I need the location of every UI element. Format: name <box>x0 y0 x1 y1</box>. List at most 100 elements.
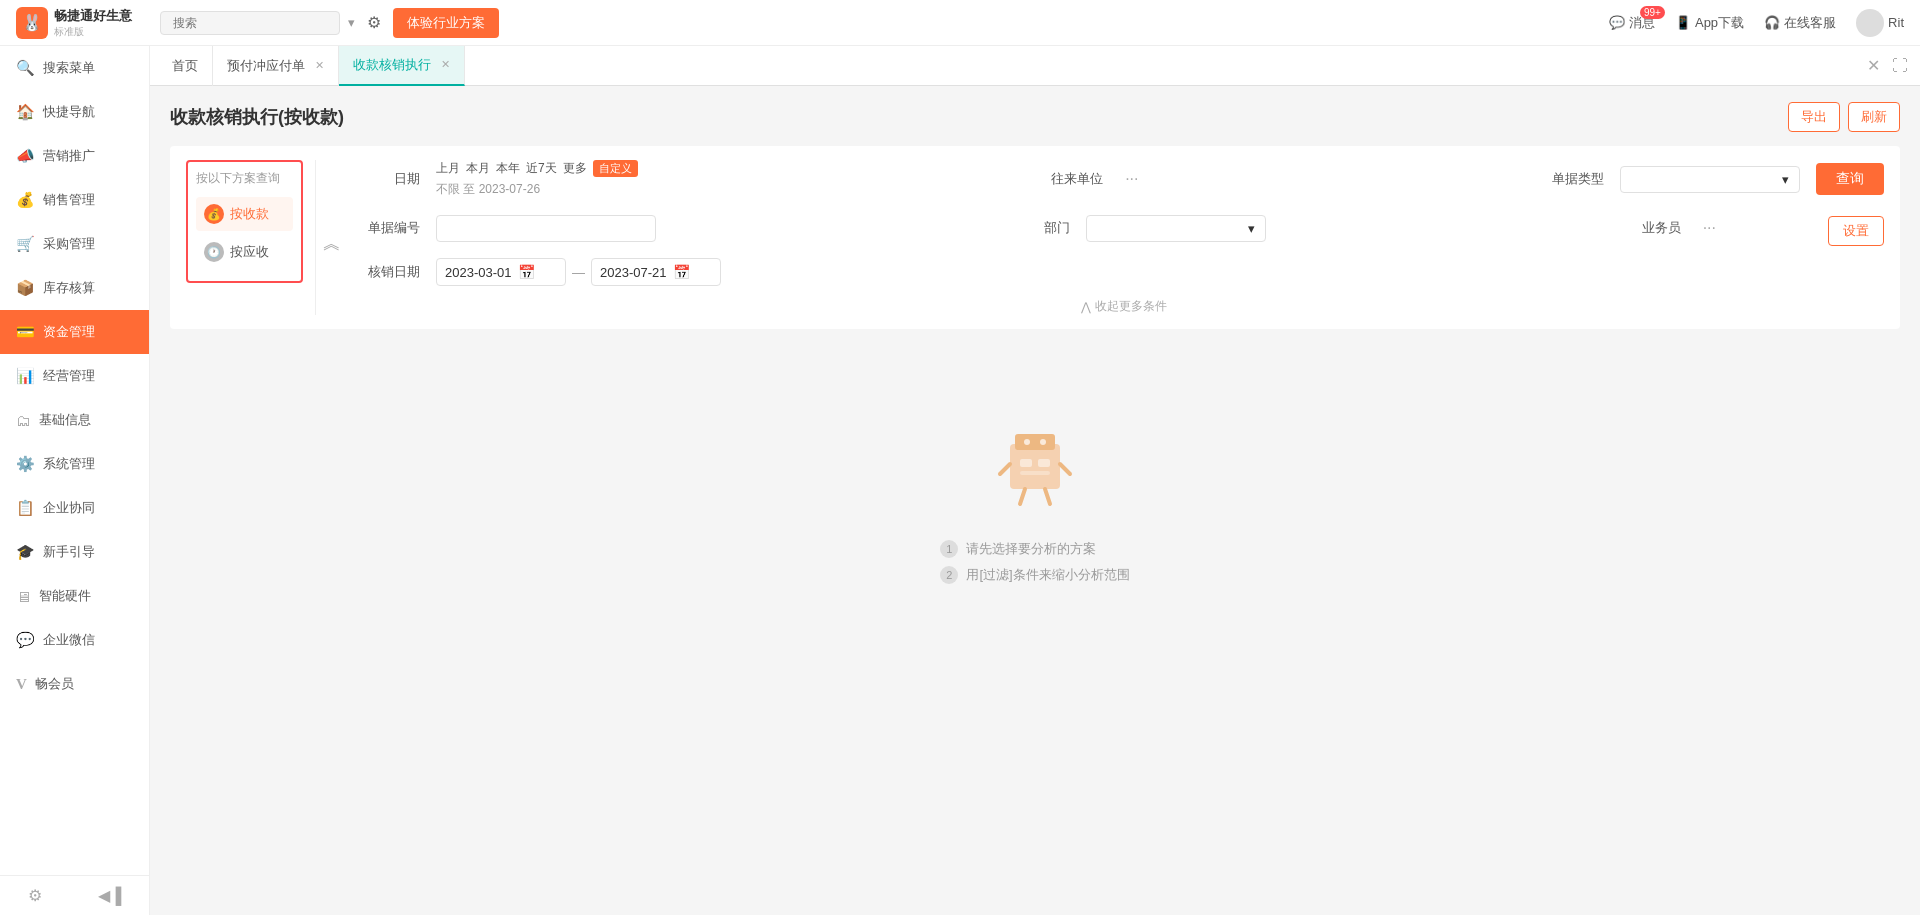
tab-home[interactable]: 首页 <box>158 46 213 86</box>
writeoff-end-date[interactable]: 2023-07-21 📅 <box>591 258 721 286</box>
collapse-more-button[interactable]: ⋀ 收起更多条件 <box>1081 298 1167 315</box>
message-button[interactable]: 💬 消息 99+ <box>1609 14 1655 32</box>
writeoff-start-date[interactable]: 2023-03-01 📅 <box>436 258 566 286</box>
page-title-bar: 收款核销执行(按收款) 导出 刷新 <box>170 102 1900 132</box>
user-avatar[interactable]: Rit <box>1856 9 1904 37</box>
empty-hint-2-text: 用[过滤]条件来缩小分析范围 <box>966 566 1129 584</box>
sidebar-item-hardware[interactable]: 🖥 智能硬件 <box>0 574 149 618</box>
query-button[interactable]: 查询 <box>1816 163 1884 195</box>
sidebar-item-finance[interactable]: 💳 资金管理 <box>0 310 149 354</box>
collapse-sidebar-icon[interactable]: ◀▐ <box>98 886 121 905</box>
sidebar-item-label: 新手引导 <box>43 543 95 561</box>
tab-home-label: 首页 <box>172 57 198 75</box>
sidebar-item-guide[interactable]: 🎓 新手引导 <box>0 530 149 574</box>
page-content: 收款核销执行(按收款) 导出 刷新 按以下方案查询 💰 按收款 <box>150 86 1920 915</box>
date-no-limit: 不限 至 2023-07-26 <box>436 181 638 198</box>
counterparty-selector[interactable]: ··· <box>1125 170 1138 188</box>
home-icon: 🏠 <box>16 103 35 121</box>
hint-number-1: 1 <box>940 540 958 558</box>
sidebar-item-basic-info[interactable]: 🗂 基础信息 <box>0 398 149 442</box>
message-icon: 💬 <box>1609 15 1625 30</box>
guide-icon: 🎓 <box>16 543 35 561</box>
svg-rect-1 <box>1015 434 1055 450</box>
tab-close-all-icon[interactable]: ✕ <box>1863 52 1884 79</box>
date-this-month[interactable]: 本月 <box>466 160 490 177</box>
app-download-icon: 📱 <box>1675 15 1691 30</box>
date-custom-badge[interactable]: 自定义 <box>593 160 638 177</box>
department-label: 部门 <box>1014 219 1070 237</box>
date-this-year[interactable]: 本年 <box>496 160 520 177</box>
sidebar-item-member[interactable]: V 畅会员 <box>0 662 149 706</box>
topbar-settings-icon[interactable]: ⚙ <box>367 13 381 32</box>
settings-bottom-icon[interactable]: ⚙ <box>28 886 42 905</box>
empty-hints: 1 请先选择要分析的方案 2 用[过滤]条件来缩小分析范围 <box>940 540 1129 584</box>
page-title: 收款核销执行(按收款) <box>170 105 344 129</box>
app-download-button[interactable]: 📱 App下载 <box>1675 14 1744 32</box>
sidebar-item-sales[interactable]: 💰 销售管理 <box>0 178 149 222</box>
topbar-search-input[interactable] <box>160 11 340 35</box>
filter-panel-collapse-button[interactable]: 《 <box>316 234 348 242</box>
export-button[interactable]: 导出 <box>1788 102 1840 132</box>
filter-options-box: 按以下方案查询 💰 按收款 🕐 按应收 <box>186 160 303 283</box>
svg-rect-4 <box>1020 459 1032 467</box>
empty-hint-1-text: 请先选择要分析的方案 <box>966 540 1096 558</box>
svg-point-3 <box>1040 439 1046 445</box>
sidebar-item-label: 库存核算 <box>43 279 95 297</box>
refresh-button[interactable]: 刷新 <box>1848 102 1900 132</box>
app-layout: 🔍 搜索菜单 🏠 快捷导航 📣 营销推广 💰 销售管理 🛒 采购管理 📦 库存核… <box>0 46 1920 915</box>
date-last-7days[interactable]: 近7天 <box>526 160 557 177</box>
calendar-start-icon: 📅 <box>518 264 535 280</box>
sidebar-item-system[interactable]: ⚙️ 系统管理 <box>0 442 149 486</box>
setting-button[interactable]: 设置 <box>1828 216 1884 246</box>
tab-receivable-label: 收款核销执行 <box>353 56 431 74</box>
sidebar-item-purchase[interactable]: 🛒 采购管理 <box>0 222 149 266</box>
sidebar-item-label: 搜索菜单 <box>43 59 95 77</box>
tab-prepay[interactable]: 预付冲应付单 ✕ <box>213 46 339 86</box>
svg-rect-0 <box>1010 444 1060 489</box>
filter-row-2: 单据编号 部门 ▾ 业务员 ··· 设置 <box>364 210 1884 246</box>
svg-rect-5 <box>1038 459 1050 467</box>
filter-by-receipt[interactable]: 💰 按收款 <box>196 197 293 231</box>
sidebar-item-label: 资金管理 <box>43 323 95 341</box>
sidebar-item-marketing[interactable]: 📣 营销推广 <box>0 134 149 178</box>
topbar-chevron-icon[interactable]: ▾ <box>348 15 355 30</box>
sidebar-item-label: 营销推广 <box>43 147 95 165</box>
filter-by-receivable[interactable]: 🕐 按应收 <box>196 235 293 269</box>
solution-button[interactable]: 体验行业方案 <box>393 8 499 38</box>
department-select[interactable]: ▾ <box>1086 215 1266 242</box>
document-type-label: 单据类型 <box>1548 170 1604 188</box>
enterprise-icon: 📋 <box>16 499 35 517</box>
document-type-chevron: ▾ <box>1782 172 1789 187</box>
document-no-input[interactable] <box>436 215 656 242</box>
tab-controls: ✕ ⛶ <box>1863 52 1912 79</box>
collapse-chevron-icon: ⋀ <box>1081 300 1091 314</box>
member-icon: V <box>16 676 27 693</box>
online-service-button[interactable]: 🎧 在线客服 <box>1764 14 1836 32</box>
headset-icon: 🎧 <box>1764 15 1780 30</box>
empty-hint-1: 1 请先选择要分析的方案 <box>940 540 1129 558</box>
empty-illustration <box>985 409 1085 528</box>
document-type-select[interactable]: ▾ <box>1620 166 1800 193</box>
sidebar-item-operations[interactable]: 📊 经营管理 <box>0 354 149 398</box>
sidebar-item-inventory[interactable]: 📦 库存核算 <box>0 266 149 310</box>
sidebar-item-search-menu[interactable]: 🔍 搜索菜单 <box>0 46 149 90</box>
sidebar-item-enterprise[interactable]: 📋 企业协同 <box>0 486 149 530</box>
date-shortcuts: 上月 本月 本年 近7天 更多 自定义 <box>436 160 638 177</box>
empty-hint-2: 2 用[过滤]条件来缩小分析范围 <box>940 566 1129 584</box>
hardware-icon: 🖥 <box>16 588 31 605</box>
tab-receivable[interactable]: 收款核销执行 ✕ <box>339 46 465 86</box>
tab-prepay-close[interactable]: ✕ <box>315 59 324 72</box>
filter-by-receivable-label: 按应收 <box>230 243 269 261</box>
date-more[interactable]: 更多 <box>563 160 587 177</box>
svg-line-7 <box>1000 464 1010 474</box>
svg-line-10 <box>1045 489 1050 504</box>
tab-receivable-close[interactable]: ✕ <box>441 58 450 71</box>
sidebar-item-wechat[interactable]: 💬 企业微信 <box>0 618 149 662</box>
sidebar-item-quick-nav[interactable]: 🏠 快捷导航 <box>0 90 149 134</box>
sidebar-item-label: 畅会员 <box>35 675 74 693</box>
date-last-month[interactable]: 上月 <box>436 160 460 177</box>
topbar: 🐰 畅捷通好生意 标准版 ▾ ⚙ 体验行业方案 💬 消息 99+ 📱 App下载… <box>0 0 1920 46</box>
tab-maximize-icon[interactable]: ⛶ <box>1888 53 1912 79</box>
filter-sidebar: 按以下方案查询 💰 按收款 🕐 按应收 <box>186 160 316 315</box>
salesperson-selector[interactable]: ··· <box>1703 219 1716 237</box>
